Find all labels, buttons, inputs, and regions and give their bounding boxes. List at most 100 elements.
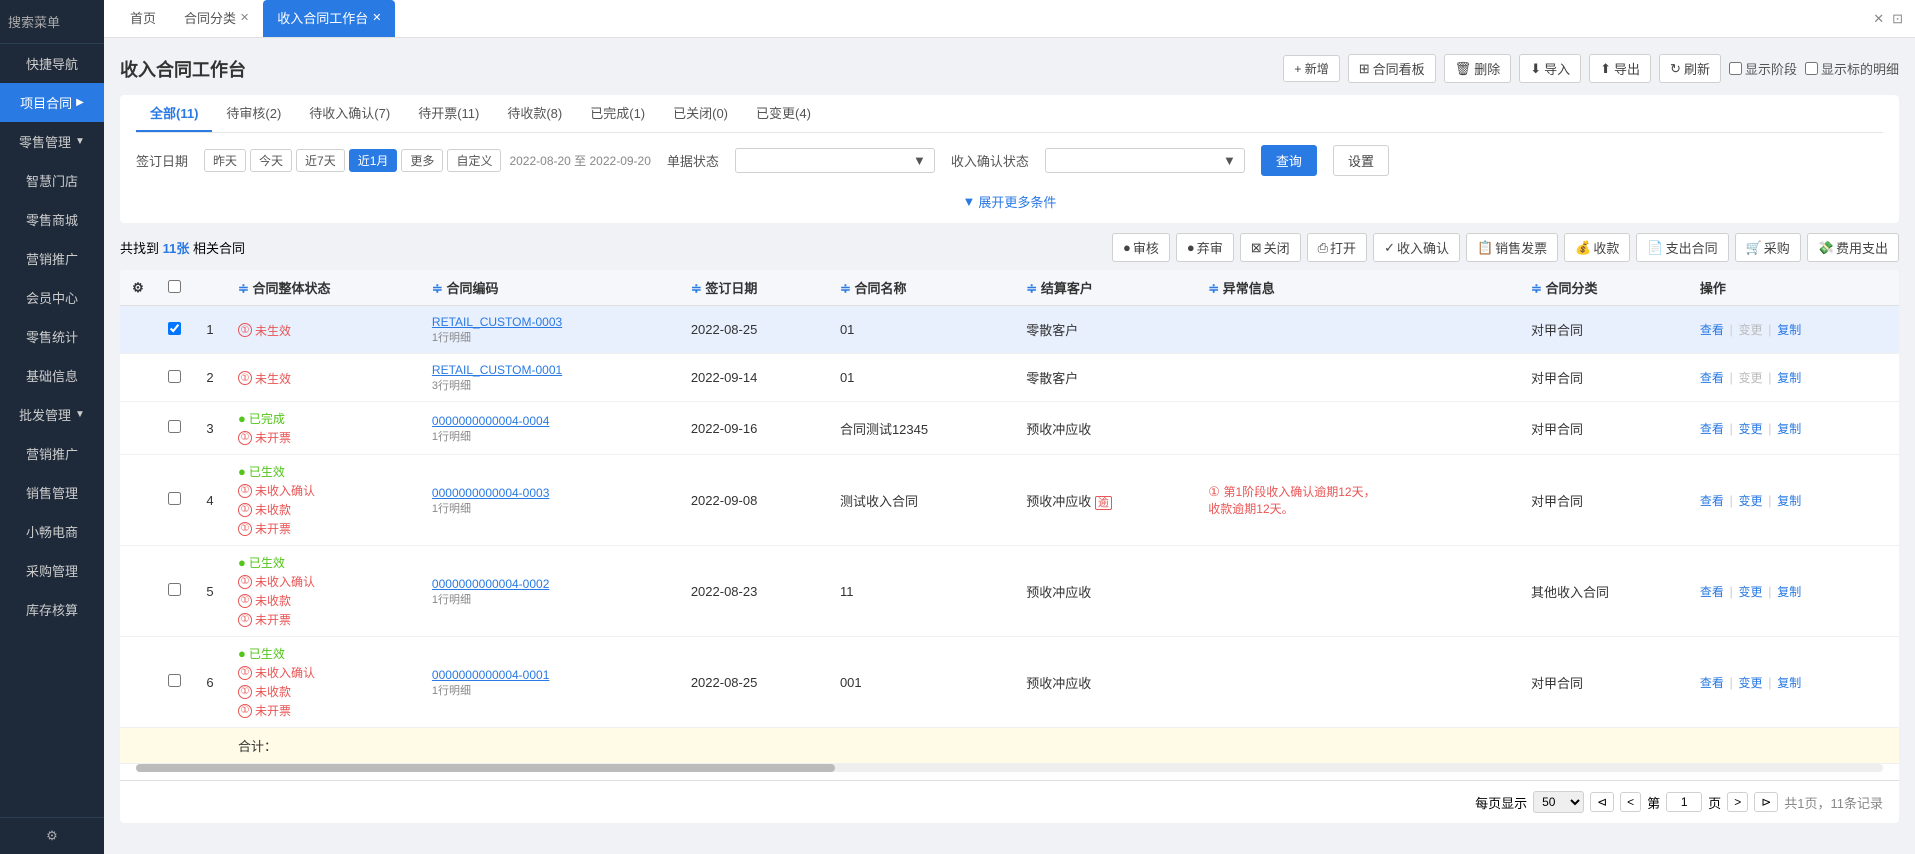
col-checkbox[interactable] [156, 270, 192, 306]
page-input[interactable] [1666, 792, 1702, 812]
sub-tab-closed[interactable]: 已关闭(0) [659, 95, 742, 132]
row5-checkbox[interactable] [168, 583, 181, 596]
row4-checkbox[interactable] [168, 492, 181, 505]
row3-code-link[interactable]: 0000000000004-0004 [432, 414, 549, 428]
sidebar-item-project[interactable]: 项目合同 ▶ [0, 83, 104, 122]
sort-icon-customer[interactable]: ≑ [1026, 281, 1037, 296]
row3-copy-btn[interactable]: 复制 [1777, 422, 1801, 436]
sort-icon-abnormal[interactable]: ≑ [1208, 281, 1219, 296]
import-button[interactable]: ⬇ 导入 [1519, 54, 1581, 83]
tab-income-workbench[interactable]: 收入合同工作台 ✕ [263, 0, 395, 37]
close-contract-button[interactable]: ⊠ 关闭 [1240, 233, 1301, 262]
purchase-button[interactable]: 🛒 采购 [1735, 233, 1801, 262]
sales-invoice-button[interactable]: 📋 销售发票 [1466, 233, 1558, 262]
close-window-icon[interactable]: ✕ [1873, 11, 1884, 27]
income-confirm-select[interactable]: ▼ [1045, 148, 1245, 173]
date-btn-last1month[interactable]: 近1月 [349, 149, 398, 172]
sort-icon-category[interactable]: ≑ [1531, 281, 1542, 296]
row2-copy-btn[interactable]: 复制 [1777, 371, 1801, 385]
col-settings[interactable]: ⚙ [120, 270, 156, 306]
row2-checkbox[interactable] [168, 370, 181, 383]
abandon-button[interactable]: ● 弃审 [1176, 233, 1234, 262]
row4-change-btn[interactable]: 变更 [1739, 494, 1763, 508]
date-btn-last7days[interactable]: 近7天 [296, 149, 345, 172]
tab-contract-cat-close[interactable]: ✕ [240, 11, 249, 24]
sort-icon-status[interactable]: ≑ [238, 281, 249, 296]
row3-checkbox[interactable] [168, 420, 181, 433]
sub-tab-pending-payment[interactable]: 待收款(8) [493, 95, 576, 132]
last-page-btn[interactable]: ⊳ [1754, 792, 1778, 812]
export-button[interactable]: ⬆ 导出 [1589, 54, 1651, 83]
sub-tab-pending-income[interactable]: 待收入确认(7) [295, 95, 404, 132]
sub-tab-done[interactable]: 已完成(1) [576, 95, 659, 132]
sidebar-item-member[interactable]: 会员中心 [0, 278, 104, 317]
sidebar-item-batch-mgmt[interactable]: 批发管理 ▼ [0, 395, 104, 434]
row5-code-link[interactable]: 0000000000004-0002 [432, 577, 549, 591]
date-btn-custom[interactable]: 自定义 [447, 149, 501, 172]
sidebar-item-purchase[interactable]: 采购管理 [0, 551, 104, 590]
expand-conditions-btn[interactable]: ▼ 展开更多条件 [963, 192, 1057, 211]
row1-checkbox-cell[interactable] [156, 306, 192, 354]
row2-code-link[interactable]: RETAIL_CUSTOM-0001 [432, 363, 562, 377]
row1-change-btn[interactable]: 变更 [1739, 323, 1763, 337]
sort-icon-code[interactable]: ≑ [432, 281, 443, 296]
sidebar-settings[interactable]: ⚙ [0, 817, 104, 854]
row4-copy-btn[interactable]: 复制 [1777, 494, 1801, 508]
delete-button[interactable]: 🗑 删除 [1444, 54, 1512, 83]
date-btn-more[interactable]: 更多 [401, 149, 443, 172]
show-stages-checkbox[interactable]: 显示阶段 [1729, 59, 1797, 78]
sidebar-item-base-info[interactable]: 基础信息 [0, 356, 104, 395]
row1-copy-btn[interactable]: 复制 [1777, 323, 1801, 337]
row4-view-btn[interactable]: 查看 [1700, 494, 1724, 508]
refresh-button[interactable]: ↻ 刷新 [1659, 54, 1721, 83]
show-stages-input[interactable] [1729, 62, 1742, 75]
row5-copy-btn[interactable]: 复制 [1777, 585, 1801, 599]
row3-change-btn[interactable]: 变更 [1739, 422, 1763, 436]
prev-page-btn[interactable]: < [1620, 792, 1641, 812]
sidebar-search[interactable]: 搜索菜单 [0, 0, 104, 44]
sidebar-item-marketing[interactable]: 营销推广 [0, 239, 104, 278]
sidebar-item-xiaochu[interactable]: 小畅电商 [0, 512, 104, 551]
show-labels-checkbox[interactable]: 显示标的明细 [1805, 59, 1899, 78]
show-labels-input[interactable] [1805, 62, 1818, 75]
next-page-btn[interactable]: > [1727, 792, 1748, 812]
row3-view-btn[interactable]: 查看 [1700, 422, 1724, 436]
horizontal-scrollbar[interactable] [136, 764, 1883, 772]
date-btn-today[interactable]: 今天 [250, 149, 292, 172]
row5-change-btn[interactable]: 变更 [1739, 585, 1763, 599]
row6-code-link[interactable]: 0000000000004-0001 [432, 668, 549, 682]
sidebar-item-sales-mgmt[interactable]: 销售管理 [0, 473, 104, 512]
row3-checkbox-cell[interactable] [156, 402, 192, 455]
per-page-select[interactable]: 50 20 100 [1533, 791, 1584, 813]
sidebar-item-retail-stat[interactable]: 零售统计 [0, 317, 104, 356]
row6-view-btn[interactable]: 查看 [1700, 676, 1724, 690]
expense-button[interactable]: 💸 费用支出 [1807, 233, 1899, 262]
row6-checkbox[interactable] [168, 674, 181, 687]
new-button[interactable]: + 新增 [1283, 55, 1339, 82]
doc-status-select[interactable]: ▼ [735, 148, 935, 173]
income-confirm-btn[interactable]: ✓ 收入确认 [1373, 233, 1460, 262]
sort-icon-date[interactable]: ≑ [691, 281, 702, 296]
row5-view-btn[interactable]: 查看 [1700, 585, 1724, 599]
tab-home[interactable]: 首页 [116, 0, 170, 37]
sidebar-item-marketing2[interactable]: 营销推广 [0, 434, 104, 473]
scrollbar-thumb[interactable] [136, 764, 835, 772]
tab-income-workbench-close[interactable]: ✕ [372, 11, 381, 24]
row1-checkbox[interactable] [168, 322, 181, 335]
row6-checkbox-cell[interactable] [156, 637, 192, 728]
maximize-window-icon[interactable]: ⊡ [1892, 11, 1903, 27]
row1-view-btn[interactable]: 查看 [1700, 323, 1724, 337]
row2-checkbox-cell[interactable] [156, 354, 192, 402]
sidebar-item-inventory[interactable]: 库存核算 [0, 590, 104, 629]
sub-tab-pending-review[interactable]: 待审核(2) [212, 95, 295, 132]
sub-tab-pending-invoice[interactable]: 待开票(11) [404, 95, 493, 132]
contract-board-button[interactable]: ⊞ 合同看板 [1348, 54, 1436, 83]
sidebar-quick-nav[interactable]: 快捷导航 [0, 44, 104, 83]
settings-button[interactable]: 设置 [1333, 145, 1389, 176]
row4-code-link[interactable]: 0000000000004-0003 [432, 486, 549, 500]
payout-button[interactable]: 📄 支出合同 [1636, 233, 1728, 262]
sidebar-item-retail-mgmt[interactable]: 零售管理 ▼ [0, 122, 104, 161]
row6-copy-btn[interactable]: 复制 [1777, 676, 1801, 690]
sub-tab-changed[interactable]: 已变更(4) [742, 95, 825, 132]
row5-checkbox-cell[interactable] [156, 546, 192, 637]
